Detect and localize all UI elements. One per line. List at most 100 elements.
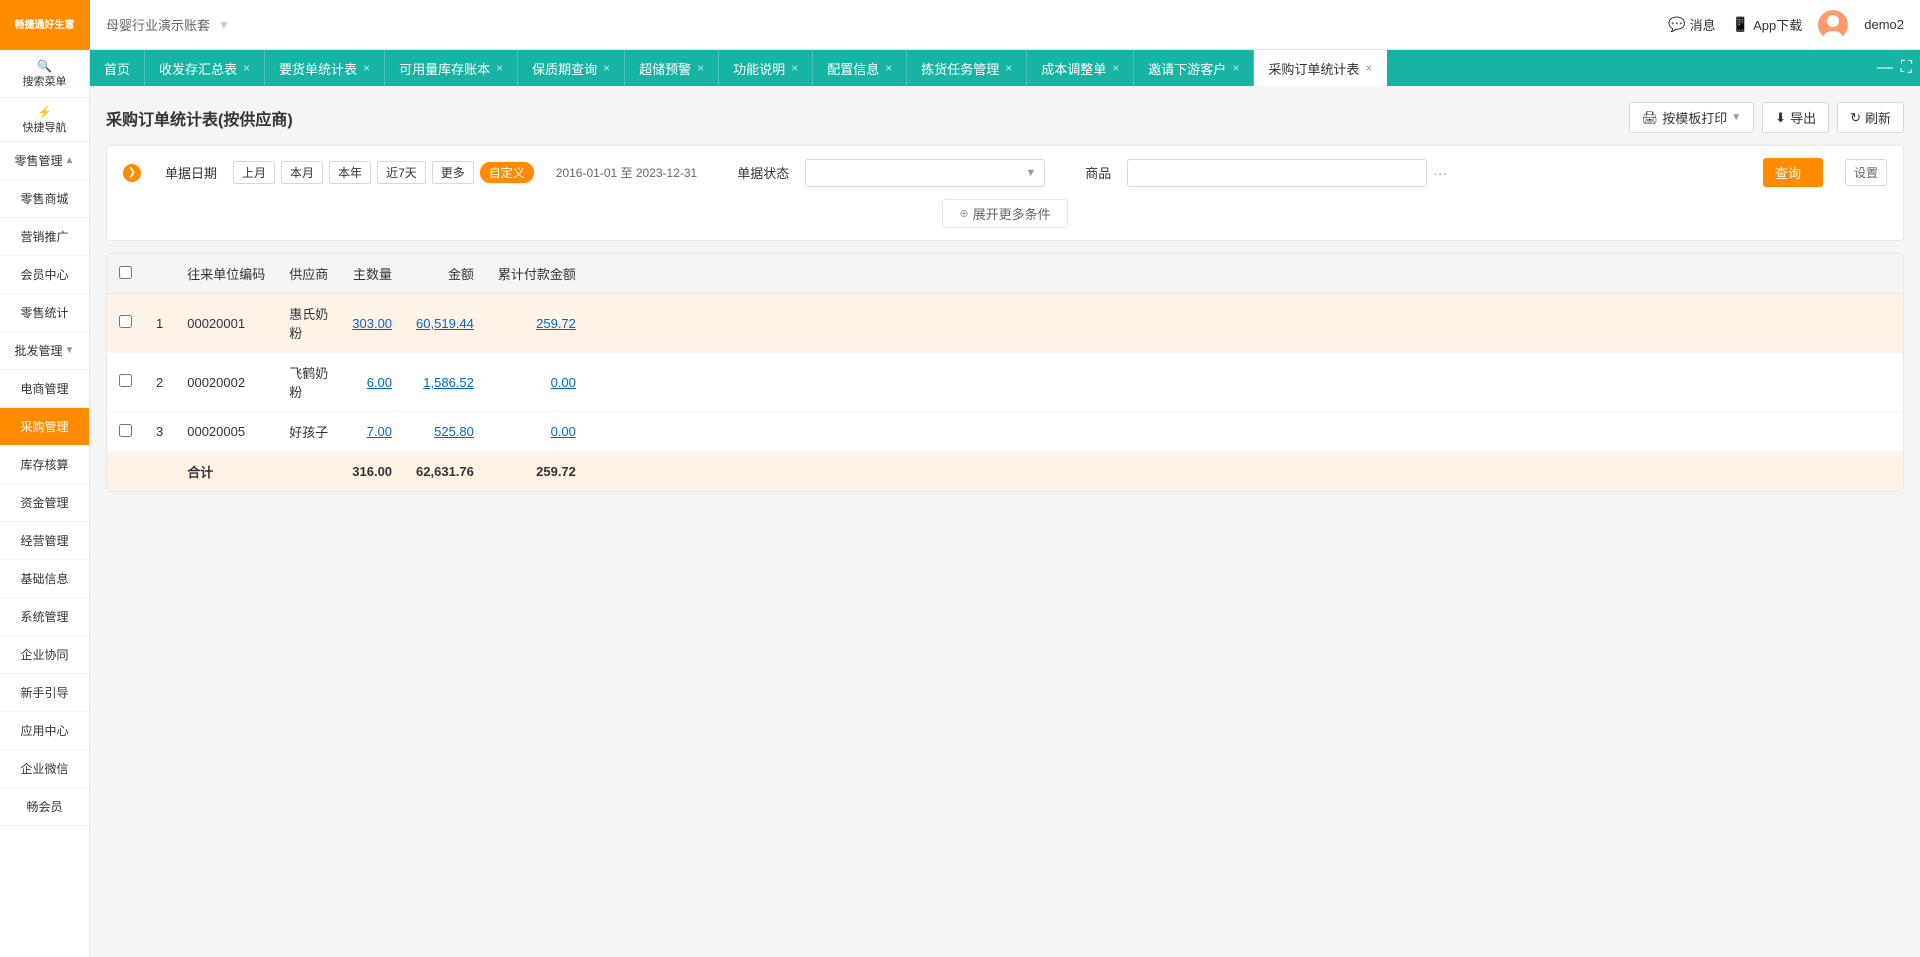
- status-select[interactable]: ▼: [805, 159, 1045, 187]
- sidebar-item-retail[interactable]: 零售管理 ▲: [0, 142, 89, 180]
- filter-collapse-icon[interactable]: ❯: [123, 164, 141, 182]
- username-label[interactable]: demo2: [1864, 17, 1904, 32]
- system-label: 系统管理: [20, 610, 68, 624]
- row-3-quantity[interactable]: 7.00: [340, 412, 404, 452]
- sidebar-item-marketing[interactable]: 营销推广: [0, 218, 89, 256]
- row-1-code: 00020001: [175, 294, 277, 353]
- query-button[interactable]: 查询: [1763, 158, 1823, 187]
- sidebar-item-search[interactable]: 🔍 搜索菜单: [0, 50, 89, 98]
- tab-baozhi[interactable]: 保质期查询 ×: [518, 50, 625, 86]
- tab-peihuorenwu[interactable]: 拣货任务管理 ×: [907, 50, 1027, 86]
- retailstat-label: 零售统计: [20, 306, 68, 320]
- tab-close-icon[interactable]: ×: [885, 61, 892, 75]
- row-1-amount[interactable]: 60,519.44: [404, 294, 486, 353]
- row-1-quantity[interactable]: 303.00: [340, 294, 404, 353]
- tab-gongneng[interactable]: 功能说明 ×: [719, 50, 813, 86]
- row-1-checkbox[interactable]: [119, 315, 132, 328]
- last-7days-btn[interactable]: 近7天: [377, 161, 426, 184]
- sidebar-item-basicinfo[interactable]: 基础信息: [0, 560, 89, 598]
- page-header: 采购订单统计表(按供应商) 🖨 按模板打印 ▼ ⬇ 导出 ↻ 刷新: [106, 102, 1904, 133]
- filter-toggle[interactable]: ❯: [123, 164, 141, 182]
- sidebar-item-retailshop[interactable]: 零售商城: [0, 180, 89, 218]
- sidebar-item-appcenter[interactable]: 应用中心: [0, 712, 89, 750]
- select-all-checkbox[interactable]: [119, 266, 132, 279]
- sidebar-item-ecommerce[interactable]: 电商管理: [0, 370, 89, 408]
- home-label: 首页: [104, 59, 130, 78]
- export-button[interactable]: ⬇ 导出: [1762, 102, 1829, 133]
- this-month-btn[interactable]: 本月: [281, 161, 323, 184]
- settings-button[interactable]: 设置: [1845, 159, 1887, 186]
- print-dropdown-icon: ▼: [1731, 112, 1741, 123]
- tab-chaochuyujing[interactable]: 超储预警 ×: [625, 50, 719, 86]
- tab-shoufachuhui[interactable]: 收发存汇总表 ×: [145, 50, 265, 86]
- message-btn[interactable]: 💬 消息: [1668, 15, 1715, 34]
- tab-yaoqing-label: 邀请下游客户: [1148, 59, 1226, 78]
- refresh-button[interactable]: ↻ 刷新: [1837, 102, 1904, 133]
- row-1-index: 1: [144, 294, 175, 353]
- tab-keyongliang[interactable]: 可用量库存账本 ×: [385, 50, 518, 86]
- expand-label: 展开更多条件: [973, 204, 1051, 223]
- tab-chengbentiaoji[interactable]: 成本调整单 ×: [1027, 50, 1134, 86]
- row-2-amount[interactable]: 1,586.52: [404, 353, 486, 412]
- goods-more-icon[interactable]: ···: [1433, 165, 1447, 181]
- goods-input[interactable]: [1127, 159, 1427, 187]
- tab-yaoqing[interactable]: 邀请下游客户 ×: [1134, 50, 1254, 86]
- tab-yaohuodantongji[interactable]: 要货单统计表 ×: [265, 50, 385, 86]
- tab-close-icon[interactable]: ×: [1232, 61, 1239, 75]
- sidebar-item-system[interactable]: 系统管理: [0, 598, 89, 636]
- tab-close-icon[interactable]: ×: [1112, 61, 1119, 75]
- tab-peizhi[interactable]: 配置信息 ×: [813, 50, 907, 86]
- row-2-quantity[interactable]: 6.00: [340, 353, 404, 412]
- sidebar-item-enterprise[interactable]: 企业协同: [0, 636, 89, 674]
- print-button[interactable]: 🖨 按模板打印 ▼: [1629, 102, 1754, 133]
- export-icon: ⬇: [1775, 110, 1786, 126]
- tab-close-icon[interactable]: ×: [243, 61, 250, 75]
- refresh-label: 刷新: [1865, 108, 1891, 127]
- row-2-paid[interactable]: 0.00: [486, 353, 588, 412]
- row-3-paid[interactable]: 0.00: [486, 412, 588, 452]
- table-body: 1 00020001 惠氏奶粉 303.00 60,519.44 259.72 …: [107, 294, 1903, 452]
- footer-label: 合计: [175, 452, 340, 492]
- sidebar-item-wechat[interactable]: 企业微信: [0, 750, 89, 788]
- tab-close-icon[interactable]: ×: [1005, 61, 1012, 75]
- app-download-btn[interactable]: 📱 App下载: [1732, 15, 1803, 34]
- expand-conditions-button[interactable]: ⊕ 展开更多条件: [942, 199, 1067, 228]
- tab-close-icon[interactable]: ×: [496, 61, 503, 75]
- wechat-label: 企业微信: [20, 762, 68, 776]
- footer-quantity: 316.00: [340, 452, 404, 492]
- row-1-supplier: 惠氏奶粉: [277, 294, 340, 353]
- sidebar-item-quicknav[interactable]: ⚡ 快捷导航: [0, 98, 89, 142]
- col-supplier-header: 供应商: [277, 254, 340, 294]
- tab-close-icon[interactable]: ×: [363, 61, 370, 75]
- row-1-paid[interactable]: 259.72: [486, 294, 588, 353]
- sidebar-item-purchase[interactable]: 采购管理: [0, 408, 89, 446]
- last-month-btn[interactable]: 上月: [233, 161, 275, 184]
- custom-date-tag[interactable]: 自定义: [480, 162, 534, 183]
- tab-close-icon[interactable]: ×: [603, 61, 610, 75]
- table-container: 往来单位编码 供应商 主数量 金额 累计付款金额 1 0002000: [106, 253, 1904, 492]
- row-3-amount[interactable]: 525.80: [404, 412, 486, 452]
- tab-caigoutongji[interactable]: 采购订单统计表 ×: [1254, 50, 1387, 86]
- tab-maximize-icon[interactable]: ⛶: [1901, 59, 1912, 77]
- tab-active-close-icon[interactable]: ×: [1365, 61, 1372, 75]
- tab-close-icon[interactable]: ×: [697, 61, 704, 75]
- sidebar-item-operations[interactable]: 经营管理: [0, 522, 89, 560]
- sidebar-item-retailstat[interactable]: 零售统计: [0, 294, 89, 332]
- sidebar-item-finance[interactable]: 资金管理: [0, 484, 89, 522]
- tabbar: 首页 收发存汇总表 × 要货单统计表 × 可用量库存账本 × 保质期查询 × 超…: [90, 50, 1920, 86]
- col-extra-header: [588, 254, 1903, 294]
- row-2-checkbox[interactable]: [119, 374, 132, 387]
- sidebar-item-member[interactable]: 会员中心: [0, 256, 89, 294]
- more-date-btn[interactable]: 更多: [432, 161, 474, 184]
- ecommerce-label: 电商管理: [20, 382, 68, 396]
- sidebar-item-newguide[interactable]: 新手引导: [0, 674, 89, 712]
- row-3-checkbox[interactable]: [119, 424, 132, 437]
- tab-home[interactable]: 首页: [90, 50, 145, 86]
- sidebar-item-wholesale[interactable]: 批发管理 ▼: [0, 332, 89, 370]
- this-year-btn[interactable]: 本年: [329, 161, 371, 184]
- tab-close-icon[interactable]: ×: [791, 61, 798, 75]
- tab-minimize-icon[interactable]: —: [1877, 59, 1893, 77]
- sidebar-item-inventory[interactable]: 库存核算: [0, 446, 89, 484]
- sidebar-item-vip[interactable]: 畅会员: [0, 788, 89, 826]
- topbar-left: 母婴行业演示账套 ▼: [106, 15, 230, 34]
